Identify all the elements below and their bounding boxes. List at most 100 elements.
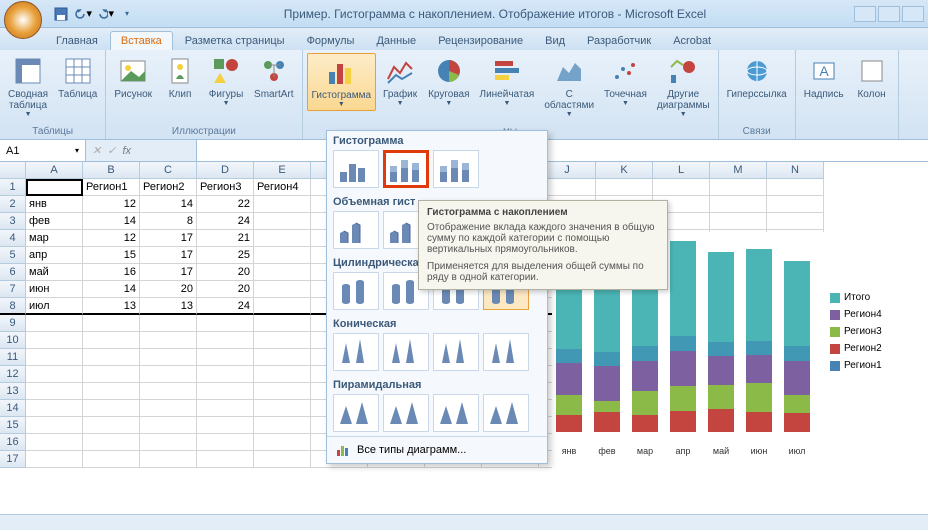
save-icon[interactable]: [52, 5, 70, 23]
cell-D9[interactable]: [197, 315, 254, 332]
minimize-button[interactable]: [854, 6, 876, 22]
cell-A15[interactable]: [26, 417, 83, 434]
col-header-L[interactable]: L: [653, 162, 710, 179]
cell-N3[interactable]: [767, 213, 824, 230]
cell-C10[interactable]: [140, 332, 197, 349]
cell-D12[interactable]: [197, 366, 254, 383]
cell-E5[interactable]: [254, 247, 311, 264]
col-header-A[interactable]: A: [26, 162, 83, 179]
cell-E12[interactable]: [254, 366, 311, 383]
gallery-option-4-3[interactable]: [483, 394, 529, 432]
all-chart-types-button[interactable]: Все типы диаграмм...: [327, 436, 547, 463]
cancel-icon[interactable]: ✕: [92, 144, 101, 157]
cell-C15[interactable]: [140, 417, 197, 434]
cell-A11[interactable]: [26, 349, 83, 366]
cell-C9[interactable]: [140, 315, 197, 332]
row-header-17[interactable]: 17: [0, 451, 26, 468]
horizontal-scrollbar[interactable]: [0, 514, 928, 530]
gallery-option-4-1[interactable]: [383, 394, 429, 432]
tab-Разработчик[interactable]: Разработчик: [577, 32, 661, 50]
row-header-2[interactable]: 2: [0, 196, 26, 213]
cell-D15[interactable]: [197, 417, 254, 434]
cell-D11[interactable]: [197, 349, 254, 366]
chart-bar-янв[interactable]: [556, 266, 582, 432]
cell-C8[interactable]: 13: [140, 298, 197, 315]
row-header-16[interactable]: 16: [0, 434, 26, 451]
tab-Acrobat[interactable]: Acrobat: [663, 32, 721, 50]
cell-E17[interactable]: [254, 451, 311, 468]
ribbon-Точечная[interactable]: Точечная▼: [600, 53, 651, 109]
cell-D4[interactable]: 21: [197, 230, 254, 247]
gallery-option-4-2[interactable]: [433, 394, 479, 432]
cell-A10[interactable]: [26, 332, 83, 349]
cell-N1[interactable]: [767, 179, 824, 196]
chart-bar-июн[interactable]: [746, 249, 772, 432]
gallery-option-4-0[interactable]: [333, 394, 379, 432]
cell-E9[interactable]: [254, 315, 311, 332]
gallery-option-1-0[interactable]: [333, 211, 379, 249]
ribbon-Сводная-таблица[interactable]: Своднаятаблица▼: [4, 53, 52, 120]
cell-A3[interactable]: фев: [26, 213, 83, 230]
row-header-14[interactable]: 14: [0, 400, 26, 417]
cell-B4[interactable]: 12: [83, 230, 140, 247]
cell-C13[interactable]: [140, 383, 197, 400]
cell-B12[interactable]: [83, 366, 140, 383]
cell-C11[interactable]: [140, 349, 197, 366]
cell-D3[interactable]: 24: [197, 213, 254, 230]
col-header-E[interactable]: E: [254, 162, 311, 179]
cell-E16[interactable]: [254, 434, 311, 451]
cell-C7[interactable]: 20: [140, 281, 197, 298]
chart-bar-апр[interactable]: [670, 241, 696, 432]
ribbon-График[interactable]: График▼: [378, 53, 422, 109]
cell-A7[interactable]: июн: [26, 281, 83, 298]
row-header-5[interactable]: 5: [0, 247, 26, 264]
cell-C3[interactable]: 8: [140, 213, 197, 230]
select-all-corner[interactable]: [0, 162, 26, 179]
cell-C5[interactable]: 17: [140, 247, 197, 264]
enter-icon[interactable]: ✓: [107, 144, 116, 157]
ribbon-Круговая[interactable]: Круговая▼: [424, 53, 473, 109]
ribbon-Колон[interactable]: Колон: [850, 53, 894, 102]
row-header-1[interactable]: 1: [0, 179, 26, 196]
ribbon-Надпись[interactable]: AНадпись: [800, 53, 848, 102]
row-header-9[interactable]: 9: [0, 315, 26, 332]
chart-bar-июл[interactable]: [784, 261, 810, 432]
row-header-6[interactable]: 6: [0, 264, 26, 281]
cell-E2[interactable]: [254, 196, 311, 213]
tab-Формулы[interactable]: Формулы: [297, 32, 365, 50]
cell-C1[interactable]: Регион2: [140, 179, 197, 196]
gallery-option-0-2[interactable]: [433, 150, 479, 188]
cell-B11[interactable]: [83, 349, 140, 366]
gallery-option-2-0[interactable]: [333, 272, 379, 310]
gallery-option-0-1[interactable]: [383, 150, 429, 188]
cell-D8[interactable]: 24: [197, 298, 254, 315]
cell-D7[interactable]: 20: [197, 281, 254, 298]
formula-input[interactable]: [196, 140, 928, 161]
office-button[interactable]: [4, 1, 42, 39]
tab-Вид[interactable]: Вид: [535, 32, 575, 50]
col-header-M[interactable]: M: [710, 162, 767, 179]
cell-A2[interactable]: янв: [26, 196, 83, 213]
legend-Регион2[interactable]: Регион2: [830, 343, 882, 354]
cell-D10[interactable]: [197, 332, 254, 349]
ribbon-Рисунок[interactable]: Рисунок: [110, 53, 156, 102]
cell-B17[interactable]: [83, 451, 140, 468]
cell-A6[interactable]: май: [26, 264, 83, 281]
cell-D13[interactable]: [197, 383, 254, 400]
col-header-C[interactable]: C: [140, 162, 197, 179]
ribbon-Фигуры[interactable]: Фигуры▼: [204, 53, 248, 109]
chart-bar-фев[interactable]: [594, 272, 620, 432]
cell-K1[interactable]: [596, 179, 653, 196]
tab-Данные[interactable]: Данные: [366, 32, 426, 50]
cell-E14[interactable]: [254, 400, 311, 417]
gallery-option-3-2[interactable]: [433, 333, 479, 371]
cell-E4[interactable]: [254, 230, 311, 247]
row-header-4[interactable]: 4: [0, 230, 26, 247]
cell-D6[interactable]: 20: [197, 264, 254, 281]
ribbon-Гистограмма[interactable]: Гистограмма▼: [307, 53, 377, 111]
cell-A14[interactable]: [26, 400, 83, 417]
undo-icon[interactable]: ▾: [74, 5, 92, 23]
row-header-12[interactable]: 12: [0, 366, 26, 383]
row-header-11[interactable]: 11: [0, 349, 26, 366]
cell-C17[interactable]: [140, 451, 197, 468]
